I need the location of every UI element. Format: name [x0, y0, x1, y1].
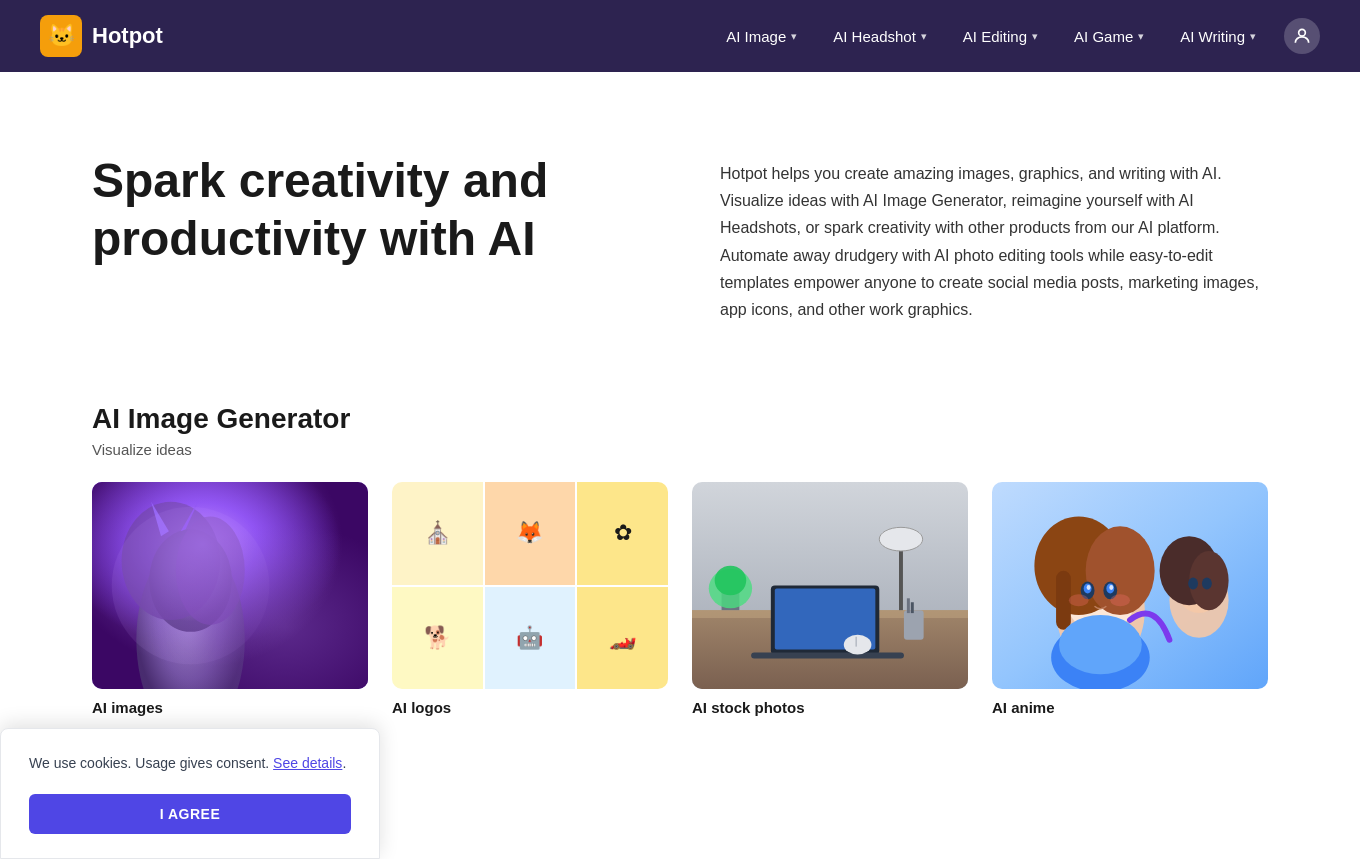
svg-point-8	[112, 507, 270, 665]
nav-ai-headshot[interactable]: AI Headshot ▾	[817, 20, 943, 53]
nav-ai-editing[interactable]: AI Editing ▾	[947, 20, 1054, 53]
svg-point-16	[715, 566, 747, 596]
card-ai-anime-label: AI anime	[992, 699, 1055, 716]
logo-cell-corgi: 🐕	[392, 587, 483, 690]
cookie-details-link[interactable]: See details	[273, 755, 342, 771]
logo[interactable]: 🐱 Hotpot	[40, 15, 163, 57]
card-ai-anime[interactable]: AI anime	[992, 482, 1268, 717]
logo-cell-car: 🏎️	[577, 587, 668, 690]
svg-point-43	[1087, 585, 1091, 590]
svg-point-3	[149, 529, 232, 632]
cookie-message: We use cookies. Usage gives consent. See…	[29, 753, 351, 774]
card-ai-stock[interactable]: AI stock photos	[692, 482, 968, 717]
card-ai-stock-label: AI stock photos	[692, 699, 805, 716]
user-account-button[interactable]	[1284, 18, 1320, 54]
svg-rect-21	[907, 598, 910, 613]
logo-cell-robot: 🤖	[485, 587, 576, 690]
chevron-down-icon: ▾	[791, 30, 797, 43]
svg-point-38	[1059, 615, 1142, 674]
header: 🐱 Hotpot AI Image ▾ AI Headshot ▾ AI Edi…	[0, 0, 1360, 72]
svg-marker-7	[181, 497, 201, 532]
svg-rect-36	[1056, 571, 1071, 630]
logo-cell-flower: ✿	[577, 482, 668, 585]
nav-ai-writing[interactable]: AI Writing ▾	[1164, 20, 1272, 53]
hero-left: Spark creativity and productivity with A…	[92, 152, 640, 267]
cards-grid: AI images ⛪ 🦊 ✿ 🐕 🤖 🏎️ AI logos	[92, 482, 1268, 717]
svg-point-45	[1069, 594, 1089, 606]
logo-cell-fox: 🦊	[485, 482, 576, 585]
svg-rect-20	[904, 610, 924, 640]
card-ai-images-label: AI images	[92, 699, 163, 716]
nav-ai-image[interactable]: AI Image ▾	[710, 20, 813, 53]
svg-point-0	[1299, 29, 1306, 36]
logo-text: Hotpot	[92, 23, 163, 49]
nav-ai-game[interactable]: AI Game ▾	[1058, 20, 1160, 53]
main-nav: AI Image ▾ AI Headshot ▾ AI Editing ▾ AI…	[710, 18, 1320, 54]
card-ai-logos-img: ⛪ 🦊 ✿ 🐕 🤖 🏎️	[392, 482, 668, 689]
section-title: AI Image Generator	[92, 403, 1268, 435]
svg-point-30	[1188, 578, 1198, 590]
svg-point-4	[122, 502, 221, 620]
svg-rect-22	[911, 602, 914, 613]
svg-point-31	[1202, 578, 1212, 590]
svg-point-46	[1110, 594, 1130, 606]
logo-cell-church: ⛪	[392, 482, 483, 585]
hero-description: Hotpot helps you create amazing images, …	[720, 160, 1268, 323]
svg-marker-6	[151, 502, 169, 537]
fantasy-image	[92, 482, 368, 689]
card-ai-images[interactable]: AI images	[92, 482, 368, 717]
card-ai-anime-img	[992, 482, 1268, 689]
svg-rect-24	[856, 637, 857, 647]
hero-title: Spark creativity and productivity with A…	[92, 152, 572, 267]
svg-point-44	[1109, 585, 1113, 590]
chevron-down-icon: ▾	[921, 30, 927, 43]
section-subtitle: Visualize ideas	[92, 441, 1268, 458]
svg-point-23	[844, 635, 872, 655]
hero-section: Spark creativity and productivity with A…	[0, 72, 1360, 383]
card-ai-logos[interactable]: ⛪ 🦊 ✿ 🐕 🤖 🏎️ AI logos	[392, 482, 668, 717]
cookie-banner: We use cookies. Usage gives consent. See…	[0, 728, 380, 777]
card-ai-stock-img	[692, 482, 968, 689]
card-ai-images-img	[92, 482, 368, 689]
image-generator-section: AI Image Generator Visualize ideas	[0, 383, 1360, 777]
card-ai-logos-label: AI logos	[392, 699, 451, 716]
svg-rect-19	[751, 653, 904, 659]
hero-right: Hotpot helps you create amazing images, …	[720, 152, 1268, 323]
chevron-down-icon: ▾	[1138, 30, 1144, 43]
svg-rect-1	[92, 482, 368, 689]
logos-grid: ⛪ 🦊 ✿ 🐕 🤖 🏎️	[392, 482, 668, 689]
svg-point-5	[176, 517, 245, 625]
logo-icon: 🐱	[40, 15, 82, 57]
chevron-down-icon: ▾	[1032, 30, 1038, 43]
svg-point-2	[136, 541, 244, 689]
chevron-down-icon: ▾	[1250, 30, 1256, 43]
svg-point-13	[879, 527, 922, 551]
